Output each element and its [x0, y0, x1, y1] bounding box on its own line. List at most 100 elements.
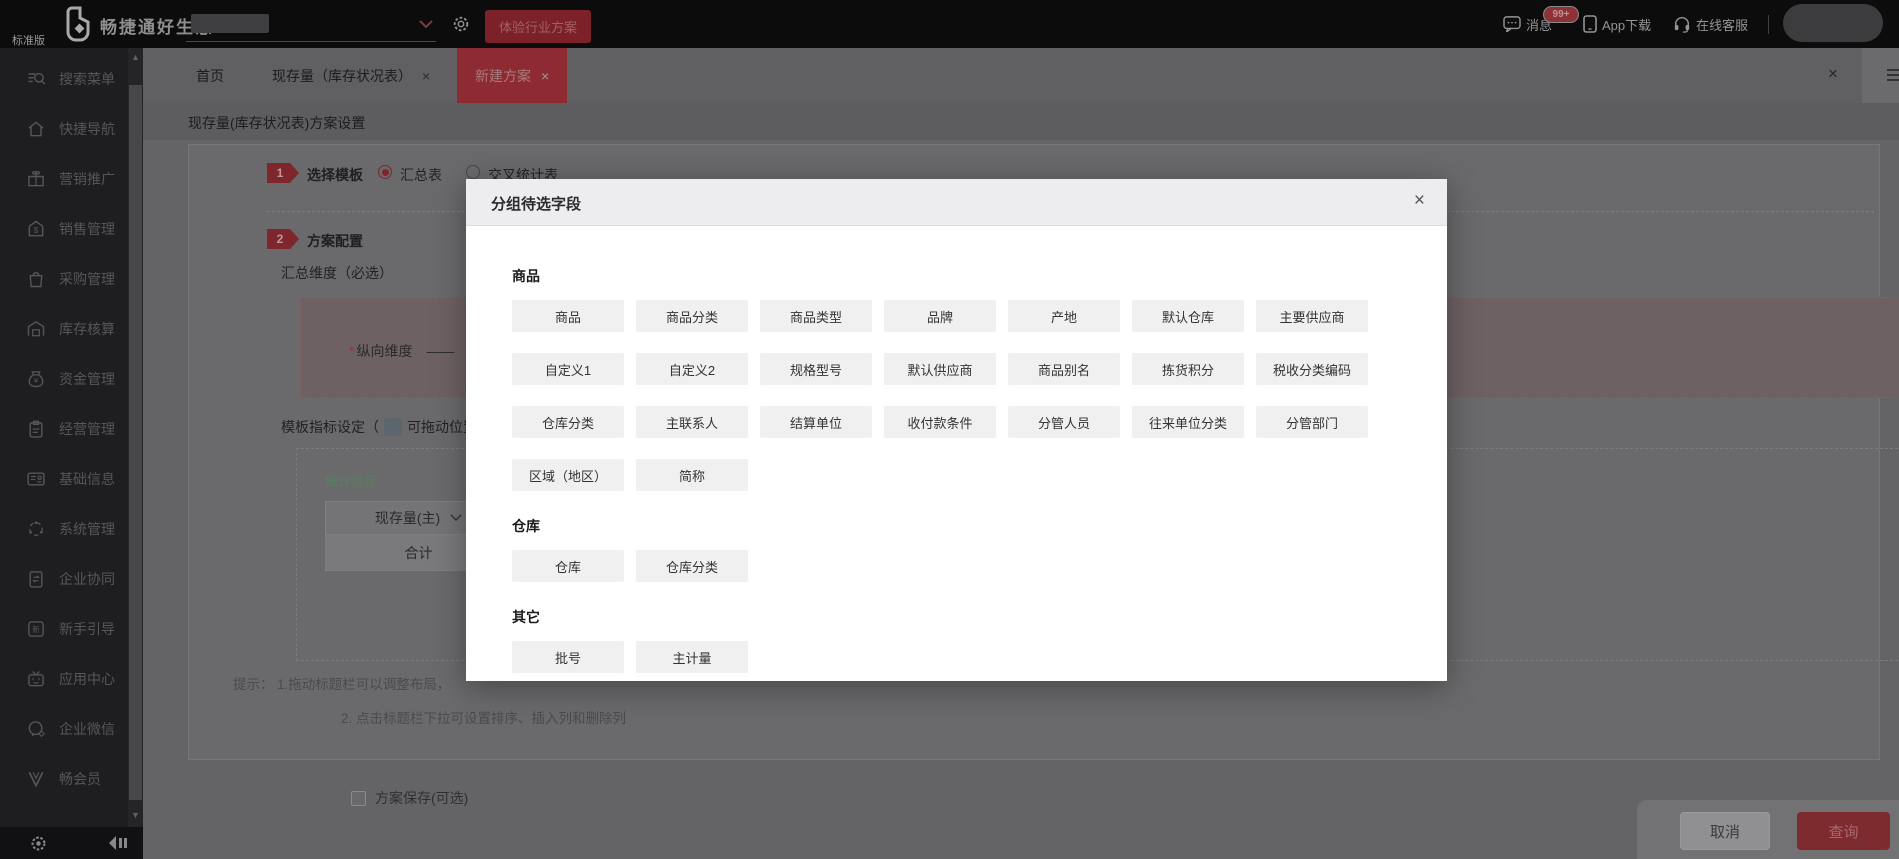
sidebar-item-sales[interactable]: $ 销售管理 [0, 209, 128, 249]
company-name-redacted[interactable] [191, 14, 269, 33]
message-menu[interactable]: 消息 [1503, 0, 1552, 48]
field-button[interactable]: 税收分类编码 [1256, 353, 1368, 385]
sidebar-item-purchase[interactable]: 采购管理 [0, 259, 128, 299]
save-plan-option[interactable]: 方案保存(可选) [351, 788, 468, 808]
field-button[interactable]: 自定义1 [512, 353, 624, 385]
svg-text:¥: ¥ [34, 376, 39, 385]
brand-edition: 标准版 [12, 35, 45, 47]
sidebar-item-label: 畅会员 [59, 771, 101, 787]
field-button[interactable]: 仓库分类 [512, 406, 624, 438]
sidebar-item-label: 库存核算 [59, 321, 115, 337]
sales-house-icon: $ [28, 220, 44, 237]
sidebar-item-basic-info[interactable]: 基础信息 [0, 459, 128, 499]
field-button[interactable]: 规格型号 [760, 353, 872, 385]
sidebar-item-wecom[interactable]: 企业微信 [0, 709, 128, 749]
scrollbar-up-arrow[interactable]: ▲ [130, 52, 141, 63]
field-button[interactable]: 结算单位 [760, 406, 872, 438]
field-button[interactable]: 仓库分类 [636, 550, 748, 582]
collapse-sidebar-icon[interactable] [108, 835, 128, 851]
tab-new-plan-active[interactable]: 新建方案 × [457, 48, 568, 103]
gift-icon [28, 170, 44, 187]
warehouse-icon [27, 321, 45, 337]
scrollbar-down-arrow[interactable]: ▼ [130, 810, 141, 821]
field-button[interactable]: 分管部门 [1256, 406, 1368, 438]
field-button[interactable]: 收付款条件 [884, 406, 996, 438]
modal-title: 分组待选字段 [491, 196, 582, 213]
settings-gear-icon[interactable] [30, 835, 47, 852]
field-button[interactable]: 品牌 [884, 300, 996, 332]
radio-summary-label[interactable]: 汇总表 [400, 165, 442, 185]
system-icon [29, 521, 43, 536]
svg-text:新: 新 [32, 624, 40, 634]
sidebar-scrollbar-thumb[interactable] [129, 85, 142, 800]
template-setting-prefix: 模板指标设定（ [281, 419, 379, 435]
field-button[interactable]: 默认仓库 [1132, 300, 1244, 332]
clipboard-icon [29, 420, 43, 438]
tab-label: 首页 [196, 67, 224, 84]
field-button[interactable]: 主联系人 [636, 406, 748, 438]
field-button[interactable]: 仓库 [512, 550, 624, 582]
sidebar-item-quick-nav[interactable]: 快捷导航 [0, 109, 128, 149]
sidebar-item-newbie-guide[interactable]: 新 新手引导 [0, 609, 128, 649]
field-button[interactable]: 商品 [512, 300, 624, 332]
radio-summary-table[interactable] [378, 165, 392, 179]
home-icon [28, 121, 44, 137]
experience-industry-button[interactable]: 体验行业方案 [485, 10, 591, 43]
field-button[interactable]: 自定义2 [636, 353, 748, 385]
field-button[interactable]: 简称 [636, 459, 748, 491]
field-grid: 仓库 仓库分类 [512, 550, 1401, 582]
gear-icon[interactable] [452, 15, 470, 33]
field-button[interactable]: 批号 [512, 641, 624, 673]
radio-cross-table[interactable] [466, 165, 480, 179]
step2-badge: 2 [267, 229, 299, 249]
field-button[interactable]: 默认供应商 [884, 353, 996, 385]
cancel-button[interactable]: 取消 [1680, 812, 1770, 850]
query-button[interactable]: 查询 [1797, 812, 1890, 850]
tab-home[interactable]: 首页 [196, 48, 224, 103]
tab-close-icon[interactable]: × [422, 68, 430, 84]
field-grid: 批号 主计量 [512, 641, 1401, 673]
sidebar-item-operations[interactable]: 经营管理 [0, 409, 128, 449]
user-avatar-redacted[interactable] [1783, 4, 1883, 42]
sidebar-item-marketing[interactable]: 营销推广 [0, 159, 128, 199]
tab-list-icon[interactable] [1886, 67, 1899, 83]
chevron-down-icon[interactable] [418, 19, 434, 29]
field-button[interactable]: 商品类型 [760, 300, 872, 332]
chat-bubble-icon [28, 721, 45, 738]
sidebar-item-label: 经营管理 [59, 421, 115, 437]
top-header: 畅捷通好生意 标准版 体验行业方案 消息 99+ App下载 在线客服 [0, 0, 1899, 48]
dimension-dash: —— [426, 343, 455, 359]
sidebar-item-inventory[interactable]: 库存核算 [0, 309, 128, 349]
online-service-label: 在线客服 [1696, 17, 1749, 33]
tab-inventory-report[interactable]: 现存量（库存状况表） × [272, 48, 430, 103]
field-button[interactable]: 拣货积分 [1132, 353, 1244, 385]
field-button[interactable]: 分管人员 [1008, 406, 1120, 438]
hint-prefix: 提示： [233, 677, 274, 692]
sidebar-item-member[interactable]: 畅会员 [0, 759, 128, 799]
sidebar-item-system[interactable]: 系统管理 [0, 509, 128, 549]
app-download-menu[interactable]: App下载 [1583, 0, 1651, 48]
save-plan-checkbox[interactable] [351, 790, 366, 806]
sidebar-item-label: 应用中心 [59, 671, 115, 687]
chevron-down-icon[interactable] [450, 514, 462, 522]
field-button[interactable]: 商品别名 [1008, 353, 1120, 385]
clipboard-sync-icon [29, 571, 43, 588]
field-button[interactable]: 主要供应商 [1256, 300, 1368, 332]
field-button[interactable]: 商品分类 [636, 300, 748, 332]
section-name: 其它 [512, 609, 540, 625]
field-button[interactable]: 区域（地区） [512, 459, 624, 491]
id-card-icon [27, 472, 45, 486]
sidebar-item-collaboration[interactable]: 企业协同 [0, 559, 128, 599]
template-setting-label: 模板指标设定（ 可拖动位置 [281, 417, 477, 437]
sidebar-item-funds[interactable]: ¥ 资金管理 [0, 359, 128, 399]
online-service-menu[interactable]: 在线客服 [1673, 0, 1748, 48]
field-button[interactable]: 主计量 [636, 641, 748, 673]
field-button[interactable]: 产地 [1008, 300, 1120, 332]
modal-close-icon[interactable]: × [1414, 190, 1425, 212]
sidebar-item-app-center[interactable]: 应用中心 [0, 659, 128, 699]
close-all-tabs-icon[interactable]: × [1828, 64, 1838, 84]
tab-close-icon[interactable]: × [541, 68, 549, 84]
sidebar-item-search-menu[interactable]: 搜索菜单 [0, 59, 128, 99]
sidebar-item-label: 采购管理 [59, 271, 115, 287]
field-button[interactable]: 往来单位分类 [1132, 406, 1244, 438]
